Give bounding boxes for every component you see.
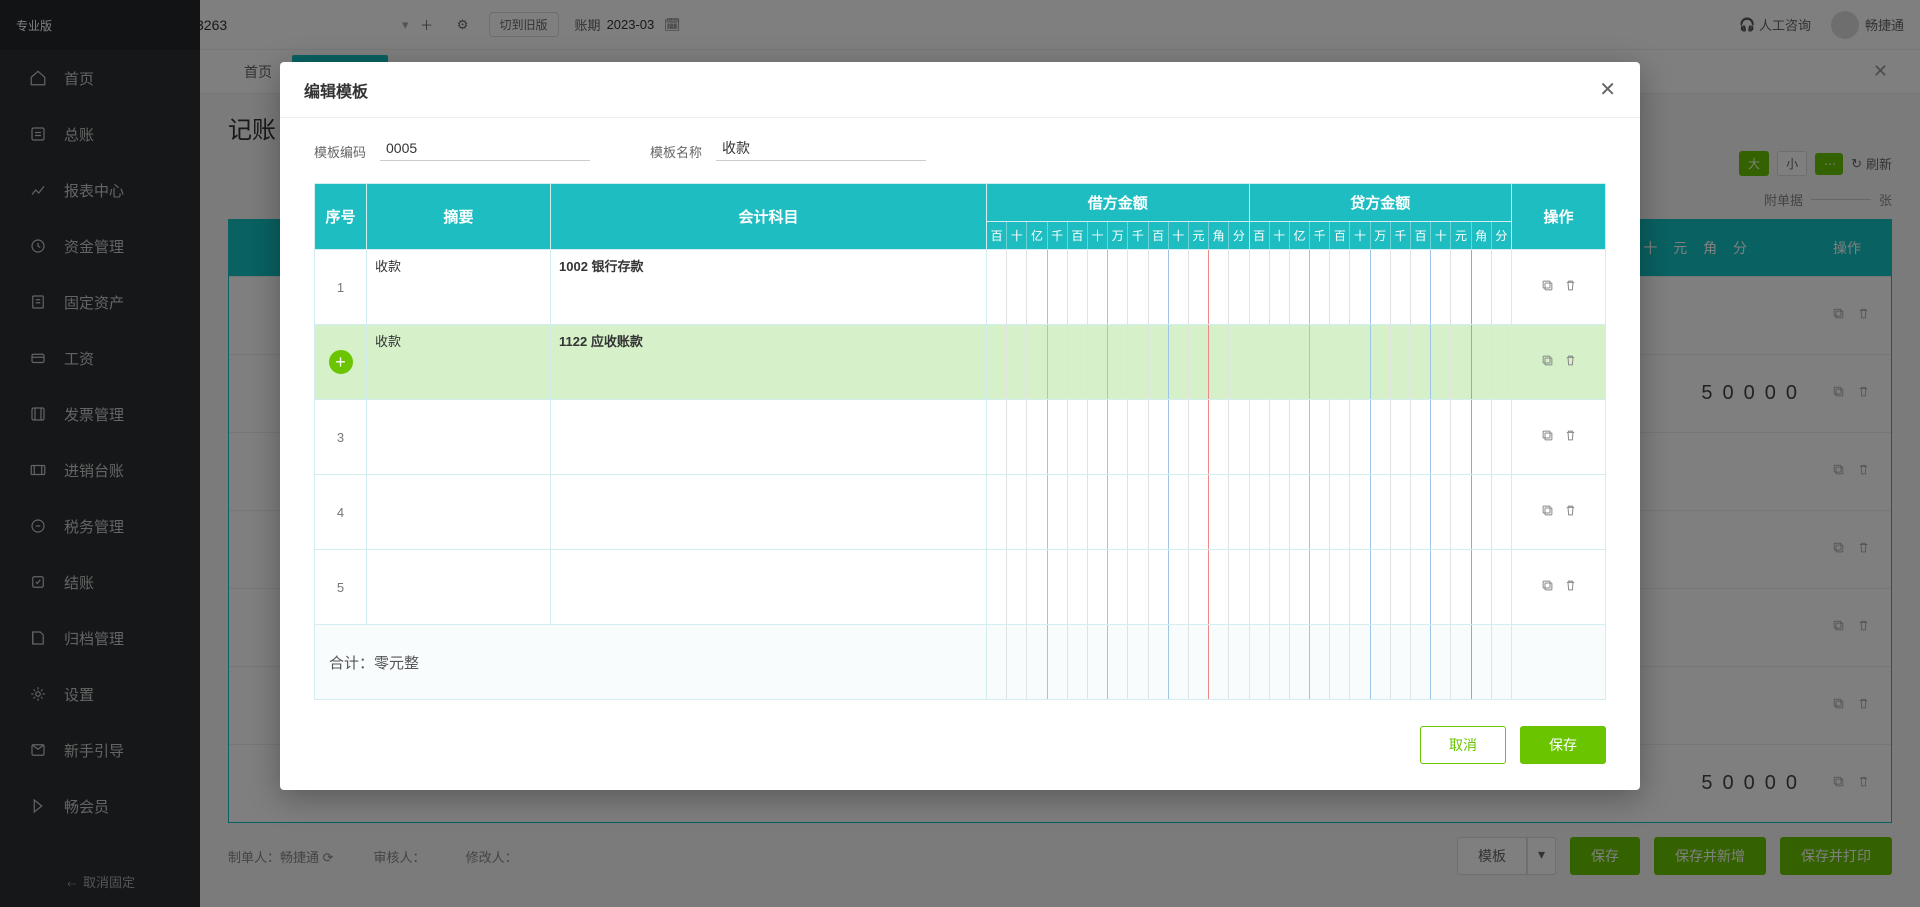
copy-row-icon[interactable] [1540, 578, 1555, 593]
account-cell[interactable]: 1002 银行存款 [551, 250, 987, 325]
th-summary: 摘要 [367, 184, 551, 250]
copy-row-icon[interactable] [1540, 503, 1555, 518]
delete-row-icon[interactable] [1563, 353, 1578, 368]
add-row-icon[interactable]: + [329, 350, 353, 374]
credit-cell[interactable] [1249, 250, 1512, 325]
entry-row[interactable]: 4 [315, 475, 1606, 550]
summary-cell[interactable]: 收款 [367, 250, 551, 325]
row-ops [1512, 475, 1606, 550]
account-cell[interactable] [551, 550, 987, 625]
account-cell[interactable] [551, 475, 987, 550]
entry-row[interactable]: 5 [315, 550, 1606, 625]
template-entry-table: 序号 摘要 会计科目 借方金额 贷方金额 操作 百十亿千百十万千百十元角分 百十… [314, 183, 1606, 700]
entry-row[interactable]: + 收款1122 应收账款 [315, 325, 1606, 400]
credit-cell[interactable] [1249, 475, 1512, 550]
row-ops [1512, 325, 1606, 400]
debit-cell[interactable] [987, 325, 1250, 400]
total-credit [1249, 625, 1512, 700]
copy-row-icon[interactable] [1540, 428, 1555, 443]
delete-row-icon[interactable] [1563, 278, 1578, 293]
account-cell[interactable] [551, 400, 987, 475]
total-label: 合计：零元整 [315, 625, 987, 700]
summary-cell[interactable] [367, 550, 551, 625]
th-debit-digits: 百十亿千百十万千百十元角分 [987, 222, 1250, 250]
close-icon[interactable]: ✕ [1599, 77, 1616, 102]
edit-template-modal: 编辑模板 ✕ 模板编码 模板名称 序号 摘要 会计科目 借方金额 贷方金额 [280, 62, 1640, 790]
th-credit: 贷方金额 [1249, 184, 1512, 222]
seq-cell: + [315, 325, 367, 400]
th-account: 会计科目 [551, 184, 987, 250]
summary-cell[interactable]: 收款 [367, 325, 551, 400]
delete-row-icon[interactable] [1563, 578, 1578, 593]
seq-cell: 1 [315, 250, 367, 325]
modal-title: 编辑模板 [304, 78, 368, 102]
th-seq: 序号 [315, 184, 367, 250]
cancel-button[interactable]: 取消 [1420, 726, 1506, 764]
debit-cell[interactable] [987, 400, 1250, 475]
delete-row-icon[interactable] [1563, 503, 1578, 518]
template-name-label: 模板名称 [650, 142, 702, 161]
entry-row[interactable]: 3 [315, 400, 1606, 475]
row-ops [1512, 400, 1606, 475]
th-credit-digits: 百十亿千百十万千百十元角分 [1249, 222, 1512, 250]
row-ops [1512, 250, 1606, 325]
seq-cell: 3 [315, 400, 367, 475]
debit-cell[interactable] [987, 550, 1250, 625]
modal-save-button[interactable]: 保存 [1520, 726, 1606, 764]
template-code-input[interactable] [380, 136, 590, 161]
credit-cell[interactable] [1249, 400, 1512, 475]
copy-row-icon[interactable] [1540, 278, 1555, 293]
template-name-input[interactable] [716, 136, 926, 161]
credit-cell[interactable] [1249, 550, 1512, 625]
debit-cell[interactable] [987, 250, 1250, 325]
th-debit: 借方金额 [987, 184, 1250, 222]
debit-cell[interactable] [987, 475, 1250, 550]
template-code-label: 模板编码 [314, 142, 366, 161]
delete-row-icon[interactable] [1563, 428, 1578, 443]
entry-row[interactable]: 1收款1002 银行存款 [315, 250, 1606, 325]
copy-row-icon[interactable] [1540, 353, 1555, 368]
summary-cell[interactable] [367, 400, 551, 475]
summary-cell[interactable] [367, 475, 551, 550]
seq-cell: 4 [315, 475, 367, 550]
total-debit [987, 625, 1250, 700]
credit-cell[interactable] [1249, 325, 1512, 400]
th-op: 操作 [1512, 184, 1606, 250]
account-cell[interactable]: 1122 应收账款 [551, 325, 987, 400]
seq-cell: 5 [315, 550, 367, 625]
row-ops [1512, 550, 1606, 625]
